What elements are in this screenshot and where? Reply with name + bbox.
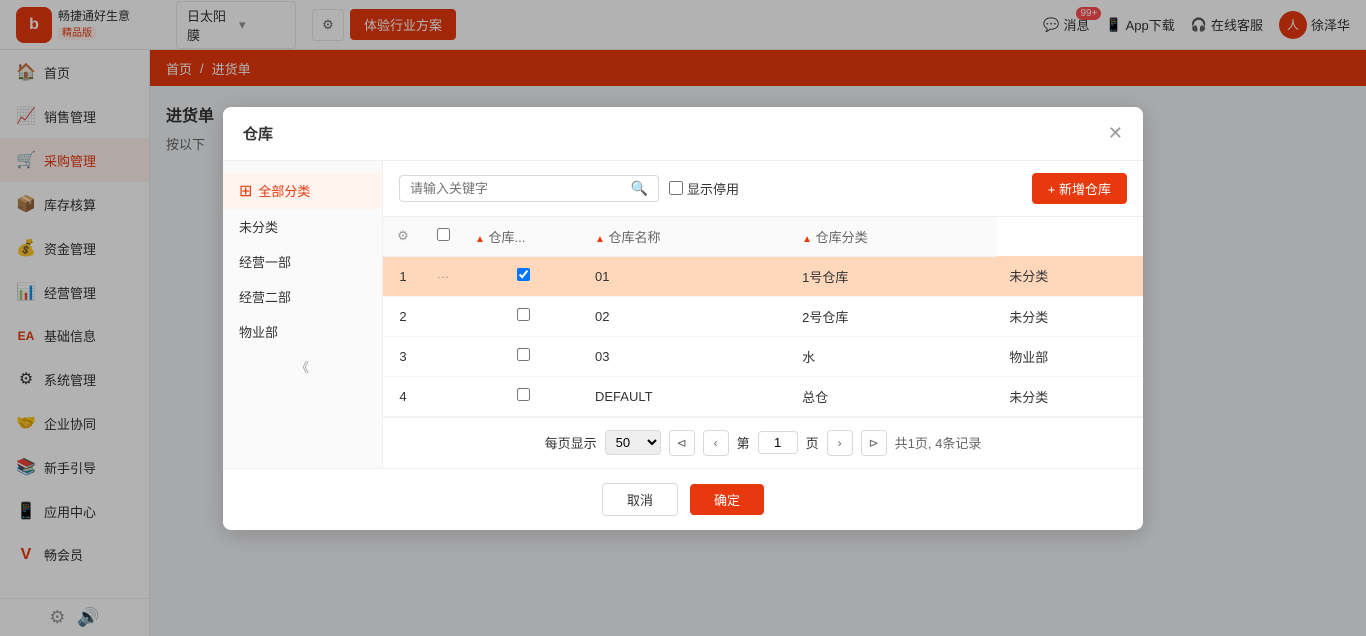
search-input-wrap: 🔍: [399, 175, 659, 202]
sort-icon-category: ▲: [802, 234, 812, 245]
table-row[interactable]: 4 DEFAULT 总仓 未分类: [383, 376, 1143, 416]
warehouse-modal: 仓库 ✕ ⊞ 全部分类 未分类 经营一部 经营二部: [223, 107, 1143, 530]
table-header: ⚙ ▲ 仓库... ▲ 仓库名称 ▲ 仓库分类: [383, 217, 1143, 257]
row-name: 水: [790, 336, 997, 376]
row-number: 1: [383, 256, 423, 296]
modal-overlay[interactable]: 仓库 ✕ ⊞ 全部分类 未分类 经营一部 经营二部: [0, 0, 1366, 636]
page-info: 共1页, 4条记录: [895, 433, 982, 452]
page-first-button[interactable]: ⊲: [669, 430, 695, 456]
row-more[interactable]: [423, 336, 463, 376]
row-number: 4: [383, 376, 423, 416]
row-category: 未分类: [997, 296, 1143, 336]
row-number: 3: [383, 336, 423, 376]
col-checkbox: [423, 217, 463, 257]
row-num: [463, 336, 583, 376]
row-code: DEFAULT: [583, 376, 790, 416]
add-warehouse-button[interactable]: + 新增仓库: [1032, 173, 1127, 204]
show-disabled-checkbox[interactable]: [669, 181, 683, 195]
row-num: [463, 376, 583, 416]
confirm-button[interactable]: 确定: [690, 484, 764, 515]
modal-sidebar-property[interactable]: 物业部: [223, 314, 382, 349]
row-more[interactable]: [423, 296, 463, 336]
table-row[interactable]: 3 03 水 物业部: [383, 336, 1143, 376]
row-code: 01: [583, 256, 790, 296]
row-name: 1号仓库: [790, 256, 997, 296]
modal-sidebar: ⊞ 全部分类 未分类 经营一部 经营二部 物业部 《: [223, 161, 383, 468]
page-prev-button[interactable]: ‹: [703, 430, 729, 456]
select-all-checkbox[interactable]: [437, 228, 450, 241]
cancel-button[interactable]: 取消: [602, 483, 678, 516]
row-checkbox[interactable]: [517, 348, 530, 361]
warehouse-table: ⚙ ▲ 仓库... ▲ 仓库名称 ▲ 仓库分类 1 ··· 01 1号仓库 未分类…: [383, 217, 1143, 417]
col-name: ▲ 仓库名称: [583, 217, 790, 257]
modal-sidebar-all-categories[interactable]: ⊞ 全部分类: [223, 173, 382, 209]
page-next-button[interactable]: ›: [827, 430, 853, 456]
grid-icon: ⊞: [239, 181, 252, 201]
row-checkbox[interactable]: [517, 308, 530, 321]
search-input[interactable]: [410, 181, 631, 196]
row-more[interactable]: [423, 376, 463, 416]
modal-body: ⊞ 全部分类 未分类 经营一部 经营二部 物业部 《: [223, 161, 1143, 468]
pagination: 每页显示 50 20 100 ⊲ ‹ 第 页 › ⊳ 共1页, 4条记录: [383, 417, 1143, 468]
sort-icon-name: ▲: [595, 234, 605, 245]
row-checkbox[interactable]: [517, 388, 530, 401]
row-num: [463, 256, 583, 296]
page-last-button[interactable]: ⊳: [861, 430, 887, 456]
modal-sidebar-dept2[interactable]: 经营二部: [223, 279, 382, 314]
col-gear: ⚙: [383, 217, 423, 257]
more-icon: ···: [437, 269, 450, 284]
table-row[interactable]: 2 02 2号仓库 未分类: [383, 296, 1143, 336]
row-code: 03: [583, 336, 790, 376]
row-category: 物业部: [997, 336, 1143, 376]
col-code: ▲ 仓库...: [463, 217, 583, 257]
row-num: [463, 296, 583, 336]
page-input[interactable]: [758, 431, 798, 454]
page-size-select[interactable]: 50 20 100: [605, 430, 661, 455]
row-number: 2: [383, 296, 423, 336]
modal-title: 仓库: [243, 123, 273, 144]
sort-icon: ▲: [475, 234, 485, 245]
modal-sidebar-dept1[interactable]: 经营一部: [223, 244, 382, 279]
row-code: 02: [583, 296, 790, 336]
show-disabled-wrap: 显示停用: [669, 179, 739, 198]
modal-header: 仓库 ✕: [223, 107, 1143, 161]
col-category: ▲ 仓库分类: [790, 217, 997, 257]
search-icon: 🔍: [631, 180, 648, 197]
modal-footer: 取消 确定: [223, 468, 1143, 530]
row-category: 未分类: [997, 256, 1143, 296]
modal-toolbar: 🔍 显示停用 + 新增仓库: [383, 161, 1143, 217]
row-category: 未分类: [997, 376, 1143, 416]
row-name: 2号仓库: [790, 296, 997, 336]
modal-sidebar-uncategorized[interactable]: 未分类: [223, 209, 382, 244]
table-body: 1 ··· 01 1号仓库 未分类 2 02 2号仓库 未分类 3 03 水 物业…: [383, 256, 1143, 416]
table-row[interactable]: 1 ··· 01 1号仓库 未分类: [383, 256, 1143, 296]
row-checkbox[interactable]: [517, 268, 530, 281]
chevron-left-icon: 《: [296, 357, 309, 376]
row-more[interactable]: ···: [423, 256, 463, 296]
row-name: 总仓: [790, 376, 997, 416]
table: ⚙ ▲ 仓库... ▲ 仓库名称 ▲ 仓库分类 1 ··· 01 1号仓库 未分类…: [383, 217, 1143, 417]
modal-main: 🔍 显示停用 + 新增仓库 ⚙: [383, 161, 1143, 468]
modal-sidebar-collapse-button[interactable]: 《: [223, 349, 382, 384]
modal-close-button[interactable]: ✕: [1108, 123, 1123, 144]
